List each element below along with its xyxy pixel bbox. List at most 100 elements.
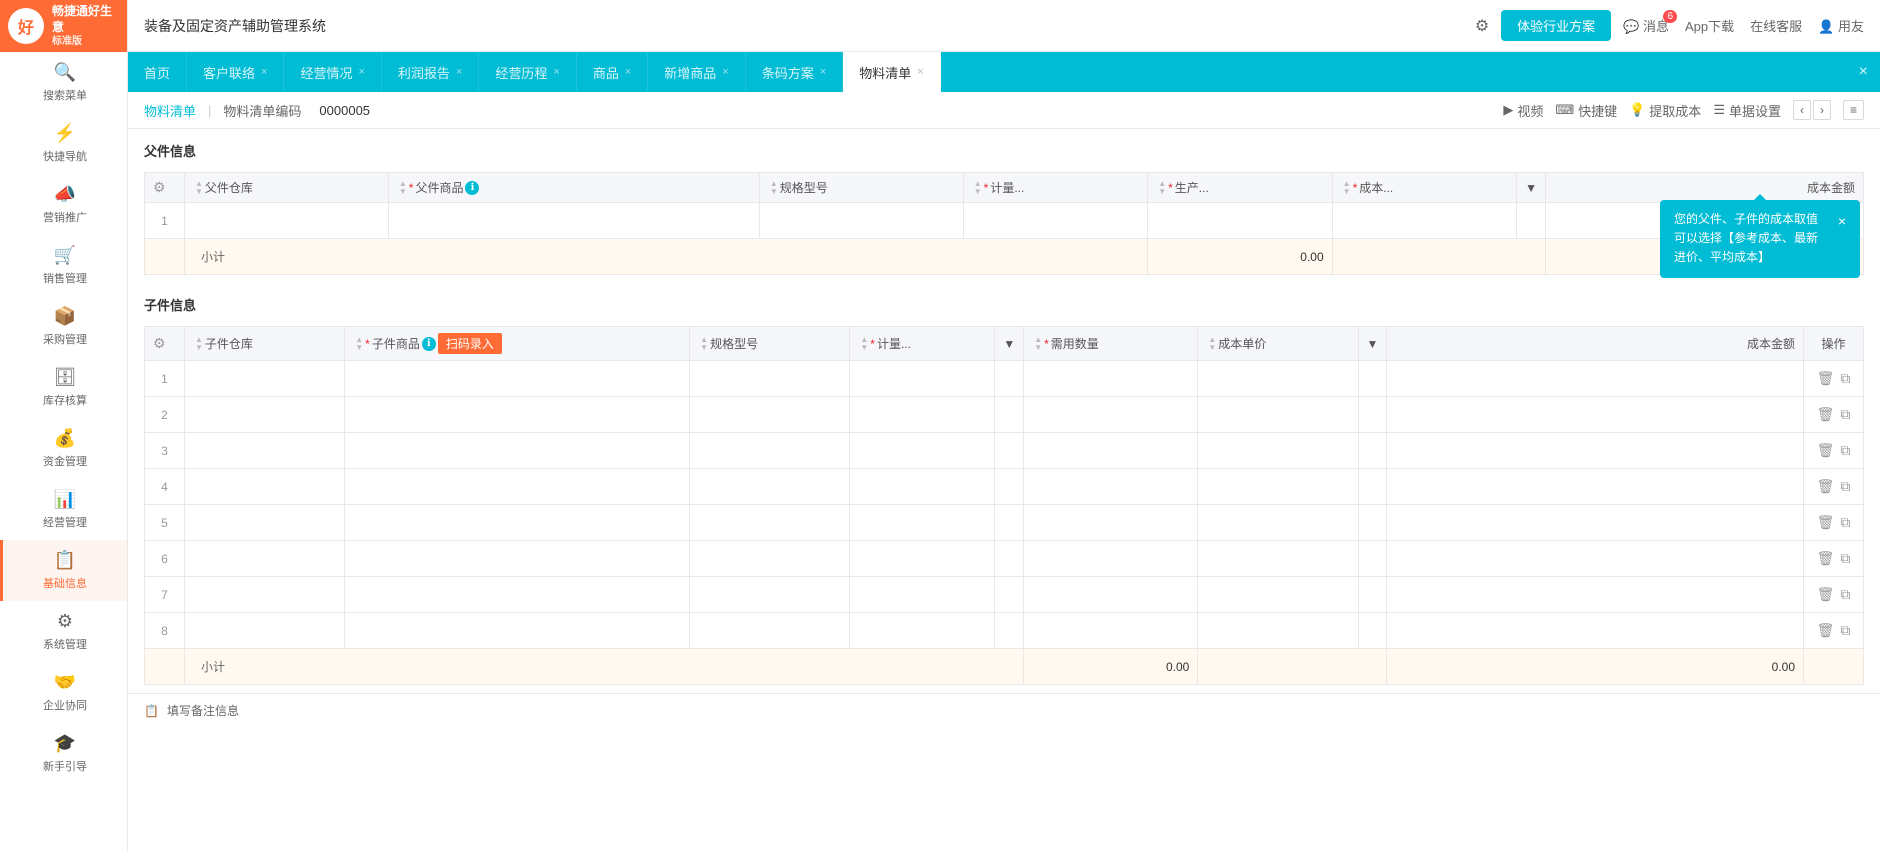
- child-spec-cell[interactable]: [690, 361, 850, 397]
- child-warehouse-cell[interactable]: [185, 469, 345, 505]
- tooltip-close-btn[interactable]: ×: [1838, 210, 1846, 232]
- child-unit-cell[interactable]: [850, 541, 995, 577]
- sidebar-item-guide[interactable]: 🎓 新手引导: [0, 723, 127, 784]
- child-warehouse-cell[interactable]: [185, 541, 345, 577]
- sidebar-item-operations[interactable]: 📊 经营管理: [0, 479, 127, 540]
- child-goods-cell[interactable]: [345, 541, 690, 577]
- child-unit-sort-cell[interactable]: [995, 613, 1024, 649]
- copy-icon[interactable]: ⧉: [1840, 514, 1850, 531]
- sidebar-item-quick-nav[interactable]: ⚡ 快捷导航: [0, 113, 127, 174]
- copy-icon[interactable]: ⧉: [1840, 442, 1850, 459]
- parent-produce-cell[interactable]: [1148, 203, 1332, 239]
- child-unit-cost-cell[interactable]: [1198, 469, 1358, 505]
- copy-icon[interactable]: ⧉: [1840, 550, 1850, 567]
- view-video-btn[interactable]: ▶ 视频: [1503, 101, 1543, 120]
- delete-icon[interactable]: 🗑: [1817, 550, 1835, 567]
- online-service-link[interactable]: 在线客服: [1750, 16, 1802, 35]
- child-unit-cell[interactable]: [850, 361, 995, 397]
- sidebar-item-basic-info[interactable]: 📋 基础信息: [0, 540, 127, 601]
- child-unit-sort-cell[interactable]: [995, 505, 1024, 541]
- delete-icon[interactable]: 🗑: [1817, 514, 1835, 531]
- child-cost-sort-cell[interactable]: [1358, 613, 1387, 649]
- extract-cost-btn[interactable]: 💡 提取成本: [1629, 101, 1701, 120]
- sidebar-item-enterprise[interactable]: 🤝 企业协同: [0, 662, 127, 723]
- child-qty-cell[interactable]: [1024, 505, 1198, 541]
- child-unit-cost-cell[interactable]: [1198, 505, 1358, 541]
- tab-bom[interactable]: 物料清单 ×: [843, 52, 940, 92]
- child-qty-cell[interactable]: [1024, 397, 1198, 433]
- tab-profit-close[interactable]: ×: [456, 66, 462, 78]
- child-column-settings-icon[interactable]: ⚙: [153, 335, 166, 351]
- child-qty-cell[interactable]: [1024, 541, 1198, 577]
- sidebar-item-inventory[interactable]: 🗄 库存核算: [0, 357, 127, 418]
- parent-cost-cell[interactable]: [1332, 203, 1516, 239]
- child-spec-cell[interactable]: [690, 397, 850, 433]
- close-all-tabs[interactable]: ×: [1847, 63, 1880, 81]
- user-avatar[interactable]: 👤 用友: [1818, 16, 1864, 35]
- child-cost-sort-cell[interactable]: [1358, 397, 1387, 433]
- child-warehouse-cell[interactable]: [185, 505, 345, 541]
- copy-icon[interactable]: ⧉: [1840, 478, 1850, 495]
- sidebar-item-finance[interactable]: 💰 资金管理: [0, 418, 127, 479]
- child-cost-sort-cell[interactable]: [1358, 577, 1387, 613]
- child-goods-cell[interactable]: [345, 361, 690, 397]
- child-warehouse-cell[interactable]: [185, 613, 345, 649]
- child-unit-cell[interactable]: [850, 469, 995, 505]
- scan-input-btn[interactable]: 扫码录入: [438, 333, 502, 354]
- delete-icon[interactable]: 🗑: [1817, 586, 1835, 603]
- tab-customer[interactable]: 客户联络 ×: [187, 52, 284, 92]
- child-spec-cell[interactable]: [690, 613, 850, 649]
- parent-spec-cell[interactable]: [759, 203, 963, 239]
- tab-history[interactable]: 经营历程 ×: [479, 52, 576, 92]
- child-unit-cell[interactable]: [850, 613, 995, 649]
- column-settings-icon[interactable]: ⚙: [153, 179, 166, 195]
- copy-icon[interactable]: ⧉: [1840, 622, 1850, 639]
- child-goods-cell[interactable]: [345, 433, 690, 469]
- child-goods-cell[interactable]: [345, 469, 690, 505]
- child-warehouse-cell[interactable]: [185, 361, 345, 397]
- message-badge[interactable]: 💬 消息 6: [1623, 16, 1669, 35]
- sidebar-item-search[interactable]: 🔍 搜索菜单: [0, 52, 127, 113]
- child-goods-cell[interactable]: [345, 577, 690, 613]
- app-download-link[interactable]: App下载: [1685, 16, 1734, 35]
- delete-icon[interactable]: 🗑: [1817, 406, 1835, 423]
- child-unit-cost-cell[interactable]: [1198, 433, 1358, 469]
- child-qty-cell[interactable]: [1024, 469, 1198, 505]
- child-cost-sort-cell[interactable]: [1358, 361, 1387, 397]
- parent-sort-cell[interactable]: [1517, 203, 1546, 239]
- child-unit-cost-cell[interactable]: [1198, 613, 1358, 649]
- child-unit-sort-cell[interactable]: [995, 577, 1024, 613]
- parent-goods-cell[interactable]: [388, 203, 759, 239]
- sidebar-item-marketing[interactable]: 📣 营销推广: [0, 174, 127, 235]
- single-settings-btn[interactable]: ☰ 单据设置: [1713, 101, 1781, 120]
- child-unit-cell[interactable]: [850, 397, 995, 433]
- child-unit-cost-cell[interactable]: [1198, 577, 1358, 613]
- tab-barcode[interactable]: 条码方案 ×: [746, 52, 843, 92]
- child-spec-cell[interactable]: [690, 469, 850, 505]
- bottom-text[interactable]: 填写备注信息: [167, 702, 239, 719]
- try-industry-button[interactable]: 体验行业方案: [1501, 10, 1611, 41]
- child-unit-sort-cell[interactable]: [995, 361, 1024, 397]
- child-unit-cost-cell[interactable]: [1198, 361, 1358, 397]
- child-cost-sort-cell[interactable]: [1358, 469, 1387, 505]
- child-cost-sort-cell[interactable]: [1358, 433, 1387, 469]
- tab-operations[interactable]: 经营情况 ×: [284, 52, 381, 92]
- delete-icon[interactable]: 🗑: [1817, 442, 1835, 459]
- child-goods-cell[interactable]: [345, 505, 690, 541]
- child-unit-sort-cell[interactable]: [995, 397, 1024, 433]
- tab-home[interactable]: 首页: [128, 52, 187, 92]
- tab-profit[interactable]: 利润报告 ×: [382, 52, 479, 92]
- child-goods-cell[interactable]: [345, 397, 690, 433]
- sidebar-item-system[interactable]: ⚙ 系统管理: [0, 601, 127, 662]
- child-spec-cell[interactable]: [690, 433, 850, 469]
- menu-icon[interactable]: ≡: [1843, 100, 1864, 120]
- child-spec-cell[interactable]: [690, 505, 850, 541]
- child-unit-cost-cell[interactable]: [1198, 397, 1358, 433]
- tab-history-close[interactable]: ×: [553, 66, 559, 78]
- tab-operations-close[interactable]: ×: [358, 66, 364, 78]
- child-unit-cell[interactable]: [850, 433, 995, 469]
- tab-bom-close[interactable]: ×: [917, 66, 923, 78]
- settings-button[interactable]: ⚙: [1475, 16, 1489, 36]
- child-cost-sort-cell[interactable]: [1358, 505, 1387, 541]
- delete-icon[interactable]: 🗑: [1817, 478, 1835, 495]
